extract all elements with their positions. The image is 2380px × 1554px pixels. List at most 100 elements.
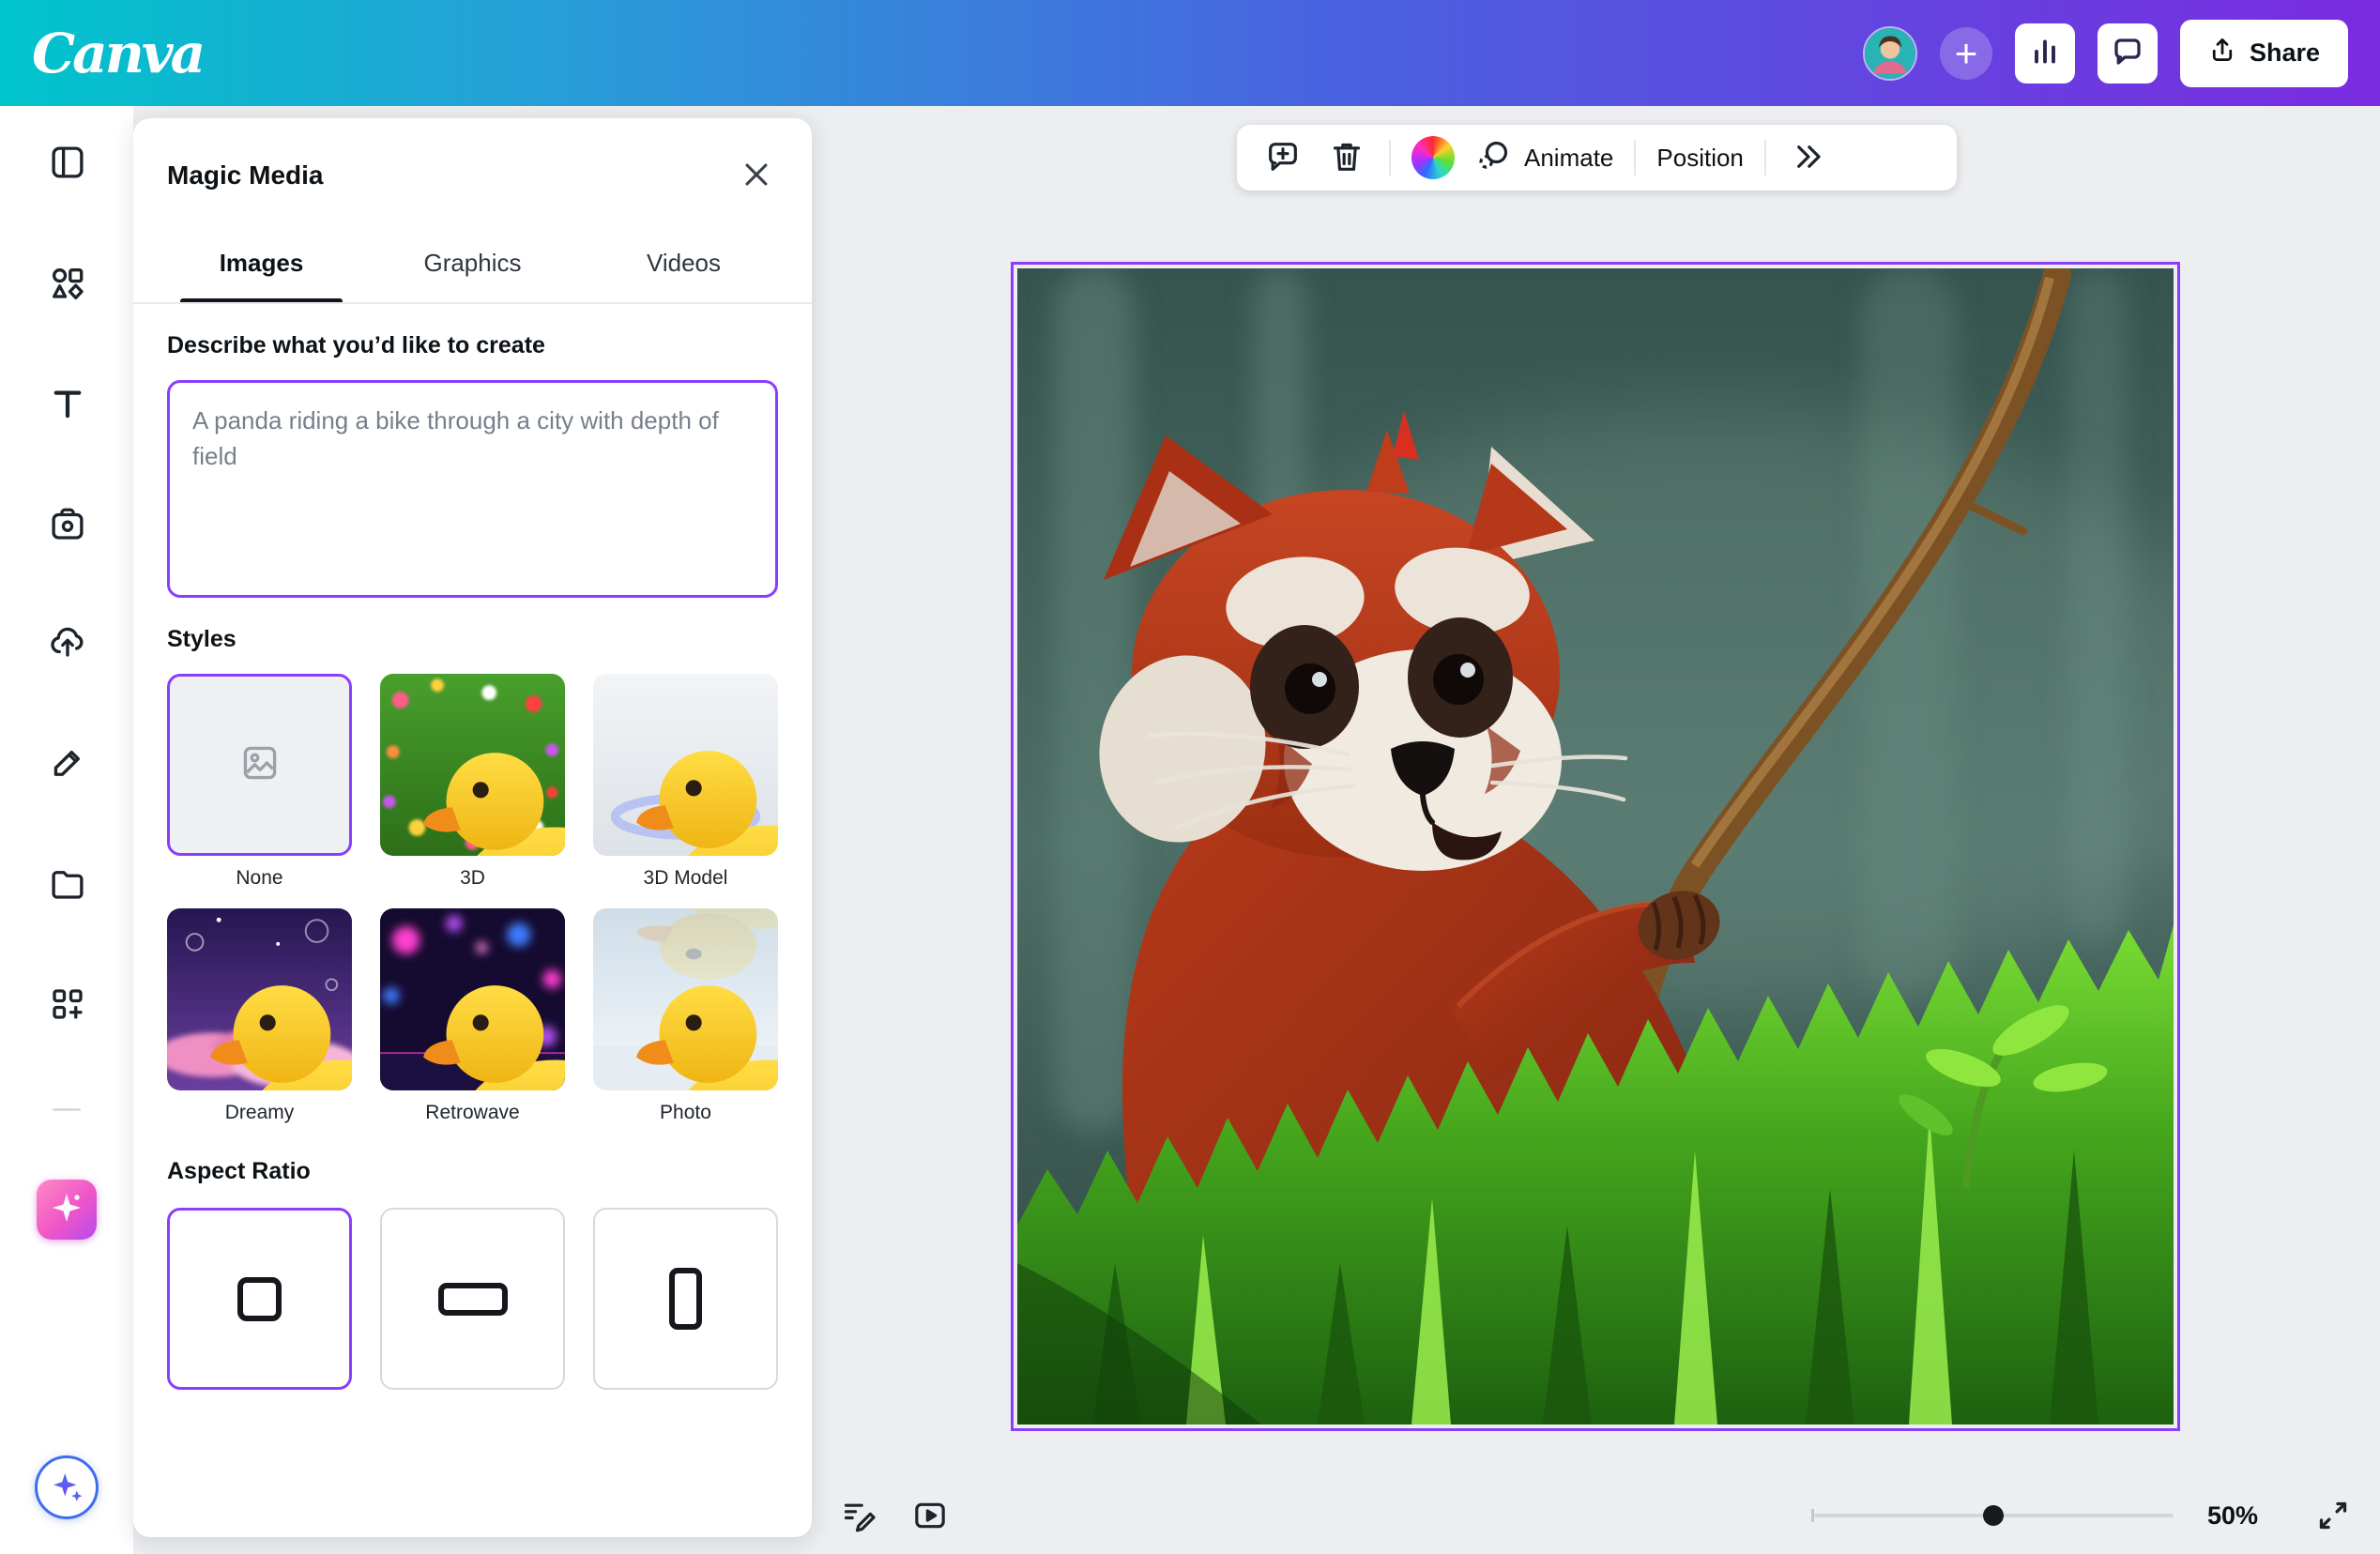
style-label: Dreamy xyxy=(225,1102,295,1124)
add-member-button[interactable]: + xyxy=(1940,27,1992,80)
text-icon xyxy=(48,384,87,428)
panel-title: Magic Media xyxy=(167,160,323,190)
landscape-ratio-icon xyxy=(438,1283,508,1316)
fullscreen-button[interactable] xyxy=(2311,1494,2356,1539)
aspect-square-button[interactable] xyxy=(167,1208,352,1390)
share-button[interactable]: Share xyxy=(2180,20,2348,87)
aspect-portrait-button[interactable] xyxy=(593,1208,778,1390)
toolbar-divider xyxy=(1764,140,1766,175)
tab-graphics[interactable]: Graphics xyxy=(367,223,578,302)
style-thumb-retrowave[interactable] xyxy=(380,908,565,1090)
sidebar-item-draw[interactable] xyxy=(46,743,89,786)
tabs-divider xyxy=(133,302,812,304)
panel-tabs: Images Graphics Videos xyxy=(133,223,812,302)
more-options-button[interactable] xyxy=(1787,136,1830,179)
sidebar-item-brand[interactable] xyxy=(46,505,89,548)
styles-heading: Styles xyxy=(167,626,778,653)
projects-icon xyxy=(48,864,87,908)
style-option-none: None xyxy=(167,674,352,908)
aspect-ratio-heading: Aspect Ratio xyxy=(167,1158,778,1185)
style-thumb-dreamy[interactable] xyxy=(167,908,352,1090)
aspect-ratio-grid xyxy=(167,1208,778,1390)
apps-icon xyxy=(48,984,87,1028)
style-option-3d-model: 3D Model xyxy=(593,674,778,908)
panel-header: Magic Media xyxy=(133,118,812,223)
image-placeholder-icon xyxy=(239,742,281,788)
animate-button[interactable]: Animate xyxy=(1475,136,1613,180)
tab-videos[interactable]: Videos xyxy=(578,223,789,302)
square-ratio-icon xyxy=(237,1277,282,1321)
portrait-ratio-icon xyxy=(669,1268,702,1330)
style-option-3d: 3D xyxy=(380,674,565,908)
canvas-image-red-panda[interactable] xyxy=(1017,268,2174,1424)
app-sidebar xyxy=(0,106,133,1554)
sidebar-divider xyxy=(53,1108,81,1111)
panel-body: Describe what you’d like to create Style… xyxy=(133,332,812,1390)
magic-media-panel: Magic Media Images Graphics Videos Descr… xyxy=(133,118,812,1537)
aspect-landscape-button[interactable] xyxy=(380,1208,565,1390)
style-label: 3D xyxy=(460,867,485,890)
brand-icon xyxy=(48,505,87,549)
close-icon xyxy=(740,159,772,193)
top-bar-actions: + xyxy=(1863,20,2348,87)
sidebar-item-text[interactable] xyxy=(46,384,89,427)
style-thumb-3d-model[interactable] xyxy=(593,674,778,856)
draw-icon xyxy=(48,743,87,787)
animate-icon xyxy=(1475,136,1513,180)
canva-logo[interactable]: Canva xyxy=(32,22,203,85)
delete-button[interactable] xyxy=(1325,136,1368,179)
sidebar-item-elements[interactable] xyxy=(46,264,89,307)
feedback-button[interactable] xyxy=(2098,23,2158,84)
style-thumb-none[interactable] xyxy=(167,674,352,856)
context-toolbar: Animate Position xyxy=(1237,125,1957,190)
avatar[interactable] xyxy=(1863,26,1917,81)
notes-button[interactable] xyxy=(835,1494,880,1539)
double-chevron-right-icon xyxy=(1791,139,1826,177)
style-option-dreamy: Dreamy xyxy=(167,908,352,1143)
style-label: Photo xyxy=(660,1102,711,1124)
toolbar-divider xyxy=(1634,140,1636,175)
present-icon xyxy=(911,1497,949,1537)
design-icon xyxy=(48,143,87,187)
style-option-photo: Photo xyxy=(593,908,778,1143)
elements-icon xyxy=(48,264,87,308)
style-label: Retrowave xyxy=(425,1102,519,1124)
style-option-retrowave: Retrowave xyxy=(380,908,565,1143)
uploads-icon xyxy=(48,622,87,666)
trash-icon xyxy=(1328,138,1365,178)
sidebar-item-apps[interactable] xyxy=(46,984,89,1028)
share-upload-icon xyxy=(2208,36,2236,70)
position-button[interactable]: Position xyxy=(1656,144,1744,173)
toolbar-divider xyxy=(1389,140,1391,175)
add-comment-button[interactable] xyxy=(1261,136,1304,179)
present-button[interactable] xyxy=(908,1494,953,1539)
zoom-slider-handle[interactable] xyxy=(1983,1505,2004,1526)
insights-button[interactable] xyxy=(2015,23,2075,84)
sidebar-item-projects[interactable] xyxy=(46,864,89,907)
top-bar: Canva + xyxy=(0,0,2380,106)
add-comment-icon xyxy=(1264,138,1302,178)
style-label: 3D Model xyxy=(644,867,728,890)
assistant-sparkle-icon xyxy=(47,1467,86,1509)
sidebar-item-magic-media[interactable] xyxy=(37,1180,97,1240)
position-label: Position xyxy=(1656,144,1744,173)
animate-label: Animate xyxy=(1524,144,1613,173)
share-button-label: Share xyxy=(2250,38,2320,68)
assistant-button[interactable] xyxy=(35,1455,99,1519)
style-label: None xyxy=(236,867,282,890)
tab-images[interactable]: Images xyxy=(156,223,367,302)
zoom-level[interactable]: 50% xyxy=(2207,1501,2258,1531)
magic-media-icon xyxy=(48,1189,85,1231)
canva-app: Canva + xyxy=(0,0,2380,1554)
close-panel-button[interactable] xyxy=(735,154,778,197)
style-thumb-photo[interactable] xyxy=(593,908,778,1090)
style-thumb-3d[interactable] xyxy=(380,674,565,856)
color-wheel-button[interactable] xyxy=(1411,136,1455,179)
sidebar-item-uploads[interactable] xyxy=(46,622,89,665)
fullscreen-icon xyxy=(2314,1497,2352,1537)
prompt-input[interactable] xyxy=(167,380,778,598)
sidebar-item-design[interactable] xyxy=(46,143,89,186)
feedback-bubble-icon xyxy=(2111,35,2144,71)
styles-grid: None xyxy=(167,674,778,1143)
insights-chart-icon xyxy=(2028,35,2062,71)
